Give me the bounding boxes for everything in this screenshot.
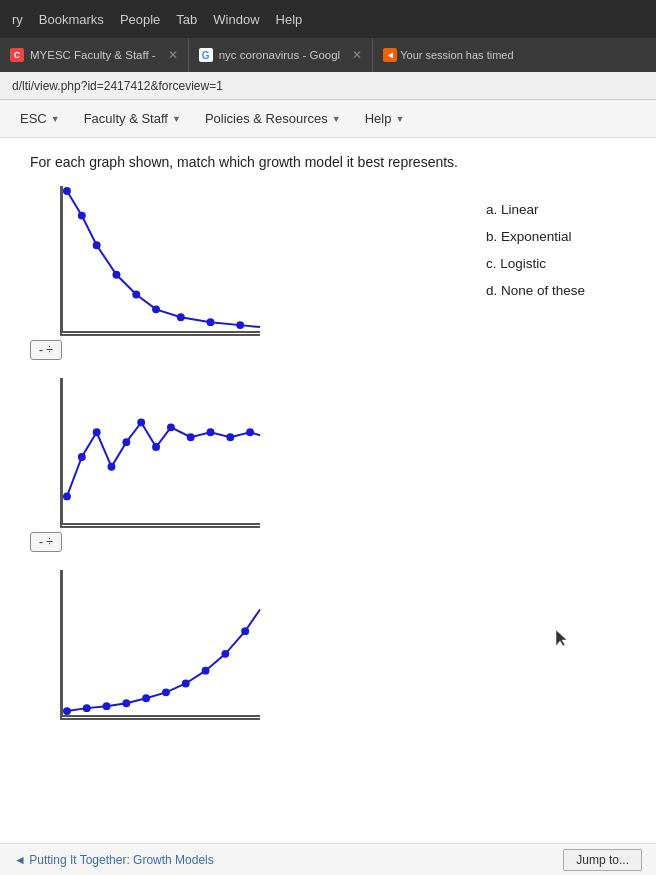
url-bar[interactable]: d/lti/view.php?id=2417412&forceview=1 <box>0 72 656 100</box>
option-c: c. Logistic <box>486 250 626 277</box>
svg-point-29 <box>103 702 111 710</box>
svg-point-3 <box>78 212 86 220</box>
svg-point-4 <box>93 241 101 249</box>
svg-point-19 <box>152 443 160 451</box>
option-d: d. None of these <box>486 277 626 304</box>
tab-icon-myesc: C <box>10 48 24 62</box>
option-b: b. Exponential <box>486 223 626 250</box>
graph-1-dropdown[interactable]: - ÷ <box>30 340 62 360</box>
question-text: For each graph shown, match which growth… <box>30 154 626 170</box>
nav-faculty-staff[interactable]: Faculty & Staff ▼ <box>78 107 187 130</box>
svg-point-18 <box>137 418 145 426</box>
tab-google[interactable]: G nyc coronavirus - Googl ✕ <box>189 38 373 72</box>
graph-section: - ÷ <box>30 186 626 728</box>
nav-bar: ESC ▼ Faculty & Staff ▼ Policies & Resou… <box>0 100 656 138</box>
jump-button[interactable]: Jump to... <box>563 849 642 871</box>
menu-bar: ry Bookmarks People Tab Window Help <box>12 12 302 27</box>
svg-point-15 <box>93 428 101 436</box>
tab-notification[interactable]: ◄ Your session has timed <box>373 38 523 72</box>
svg-point-6 <box>132 291 140 299</box>
nav-faculty-label: Faculty & Staff <box>84 111 168 126</box>
title-bar: ry Bookmarks People Tab Window Help <box>0 0 656 38</box>
tab-close-myesc[interactable]: ✕ <box>168 48 178 62</box>
graph-1 <box>60 186 260 336</box>
tab-icon-google: G <box>199 48 213 62</box>
menu-bookmarks[interactable]: Bookmarks <box>39 12 104 27</box>
nav-esc-label: ESC <box>20 111 47 126</box>
chevron-help: ▼ <box>395 114 404 124</box>
svg-point-14 <box>78 453 86 461</box>
graph-block-3 <box>30 570 456 720</box>
graph-block-2: - ÷ <box>30 378 456 552</box>
tab-label-session: Your session has timed <box>400 49 513 61</box>
bottom-bar: ◄ Putting It Together: Growth Models Jum… <box>0 843 656 875</box>
svg-point-35 <box>221 650 229 658</box>
graph-3 <box>60 570 260 720</box>
svg-point-24 <box>246 428 254 436</box>
chevron-policies: ▼ <box>332 114 341 124</box>
menu-tab[interactable]: Tab <box>176 12 197 27</box>
graphs-col: - ÷ <box>30 186 456 728</box>
svg-point-32 <box>162 688 170 696</box>
svg-point-23 <box>226 433 234 441</box>
svg-point-28 <box>83 704 91 712</box>
svg-point-20 <box>167 423 175 431</box>
svg-point-34 <box>202 667 210 675</box>
svg-point-22 <box>207 428 215 436</box>
graph-2 <box>60 378 260 528</box>
svg-point-7 <box>152 305 160 313</box>
nav-policies-label: Policies & Resources <box>205 111 328 126</box>
nav-help-label: Help <box>365 111 392 126</box>
svg-point-2 <box>63 187 71 195</box>
content-area: For each graph shown, match which growth… <box>0 138 656 843</box>
chevron-faculty: ▼ <box>172 114 181 124</box>
svg-point-10 <box>236 321 244 329</box>
svg-point-31 <box>142 694 150 702</box>
tab-bar: C MYESC Faculty & Staff - ✕ G nyc corona… <box>0 38 656 72</box>
graph-2-svg <box>62 378 260 526</box>
graph-2-dropdown[interactable]: - ÷ <box>30 532 62 552</box>
nav-help[interactable]: Help ▼ <box>359 107 411 130</box>
svg-point-16 <box>108 463 116 471</box>
svg-point-30 <box>122 699 130 707</box>
tab-label-myesc: MYESC Faculty & Staff - <box>30 49 156 61</box>
back-link[interactable]: ◄ Putting It Together: Growth Models <box>14 853 214 867</box>
svg-point-27 <box>63 707 71 715</box>
option-a: a. Linear <box>486 196 626 223</box>
graph-3-svg <box>62 570 260 718</box>
svg-point-13 <box>63 492 71 500</box>
graph-1-svg <box>62 186 260 334</box>
tab-icon-session: ◄ <box>383 48 397 62</box>
options-col: a. Linear b. Exponential c. Logistic d. … <box>486 186 626 728</box>
tab-label-google: nyc coronavirus - Googl <box>219 49 340 61</box>
svg-point-17 <box>122 438 130 446</box>
tab-close-google[interactable]: ✕ <box>352 48 362 62</box>
svg-point-8 <box>177 313 185 321</box>
url-text: d/lti/view.php?id=2417412&forceview=1 <box>12 79 223 93</box>
menu-window[interactable]: Window <box>213 12 259 27</box>
svg-point-5 <box>112 271 120 279</box>
chevron-esc: ▼ <box>51 114 60 124</box>
svg-point-9 <box>207 318 215 326</box>
menu-history[interactable]: ry <box>12 12 23 27</box>
svg-point-21 <box>187 433 195 441</box>
nav-policies[interactable]: Policies & Resources ▼ <box>199 107 347 130</box>
graph-block-1: - ÷ <box>30 186 456 360</box>
menu-help[interactable]: Help <box>276 12 303 27</box>
nav-esc[interactable]: ESC ▼ <box>14 107 66 130</box>
menu-people[interactable]: People <box>120 12 160 27</box>
svg-point-33 <box>182 680 190 688</box>
svg-point-36 <box>241 627 249 635</box>
tab-myesc[interactable]: C MYESC Faculty & Staff - ✕ <box>0 38 189 72</box>
